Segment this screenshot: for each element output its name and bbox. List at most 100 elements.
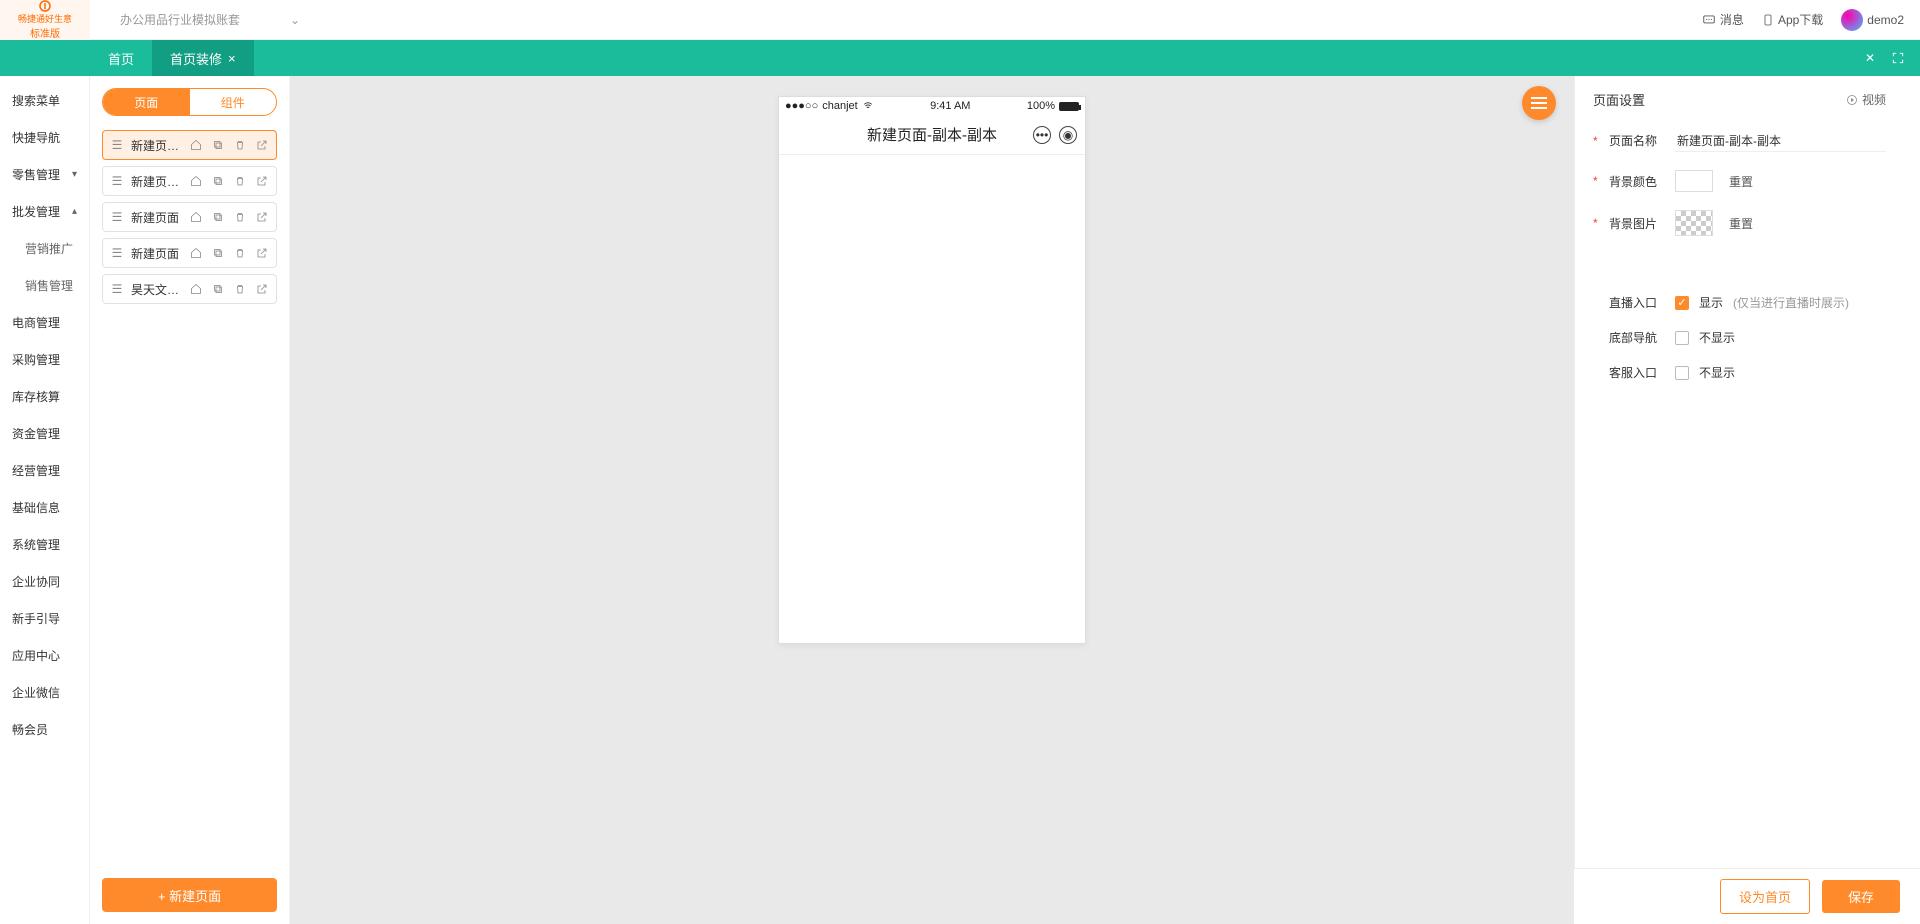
home-icon[interactable] <box>188 137 204 153</box>
canvas-area: ●●●○○ chanjet 9:41 AM 100% 新建页面-副本-副本 ••… <box>290 76 1574 924</box>
sidebar-quick-nav[interactable]: 快捷导航 <box>0 119 89 156</box>
sidebar-retail[interactable]: 零售管理▾ <box>0 156 89 193</box>
messages-button[interactable]: 消息 <box>1702 11 1744 28</box>
user-menu[interactable]: demo2 <box>1841 9 1904 31</box>
copy-icon[interactable] <box>210 281 226 297</box>
sidebar-purchase[interactable]: 采购管理 <box>0 341 89 378</box>
video-tutorial-link[interactable]: 视频 <box>1846 91 1886 108</box>
sidebar-wholesale[interactable]: 批发管理▴ <box>0 193 89 230</box>
footer-bar: 设为首页 保存 <box>1574 868 1920 924</box>
close-icon[interactable]: × <box>228 51 236 66</box>
hamburger-icon <box>1531 102 1547 104</box>
copy-icon[interactable] <box>210 209 226 225</box>
new-page-button[interactable]: + 新建页面 <box>102 878 277 912</box>
content: 页面 组件 ☰ 新建页面-副本... ☰ 新建页面-副本 <box>90 76 1920 924</box>
copy-icon[interactable] <box>210 173 226 189</box>
messages-label: 消息 <box>1720 11 1744 28</box>
live-entry-checkbox[interactable]: ✓ <box>1675 296 1689 310</box>
sidebar-inventory[interactable]: 库存核算 <box>0 378 89 415</box>
sidebar-wechat-work[interactable]: 企业微信 <box>0 674 89 711</box>
page-row[interactable]: ☰ 昊天文具店 <box>102 274 277 304</box>
page-row[interactable]: ☰ 新建页面 <box>102 238 277 268</box>
home-icon[interactable] <box>188 209 204 225</box>
bg-color-swatch[interactable] <box>1675 170 1713 192</box>
fullscreen-icon[interactable] <box>1886 46 1910 70</box>
sidebar-ecommerce[interactable]: 电商管理 <box>0 304 89 341</box>
sidebar-guide[interactable]: 新手引导 <box>0 600 89 637</box>
more-icon[interactable]: ••• <box>1033 126 1051 144</box>
segment-page[interactable]: 页面 <box>103 89 190 115</box>
home-icon[interactable] <box>188 281 204 297</box>
drag-handle-icon[interactable]: ☰ <box>109 209 125 225</box>
share-icon[interactable] <box>254 173 270 189</box>
page-row[interactable]: ☰ 新建页面-副本... <box>102 130 277 160</box>
sidebar-sales[interactable]: 销售管理 <box>0 267 89 304</box>
chevron-down-icon: ⌄ <box>290 13 300 27</box>
account-set-label: 办公用品行业模拟账套 <box>120 11 240 28</box>
required-marker: * <box>1593 134 1599 148</box>
home-icon[interactable] <box>188 245 204 261</box>
set-home-button[interactable]: 设为首页 <box>1720 879 1810 914</box>
sidebar-member[interactable]: 畅会员 <box>0 711 89 748</box>
delete-icon[interactable] <box>232 137 248 153</box>
tabbar-close-button[interactable]: ✕ <box>1858 46 1882 70</box>
delete-icon[interactable] <box>232 173 248 189</box>
logo: 畅捷通好生意 标准版 <box>0 0 90 40</box>
phone-page-header: 新建页面-副本-副本 ••• ◉ <box>779 115 1085 155</box>
sidebar-marketing[interactable]: 营销推广 <box>0 230 89 267</box>
delete-icon[interactable] <box>232 245 248 261</box>
sidebar-collab[interactable]: 企业协同 <box>0 563 89 600</box>
target-icon[interactable]: ◉ <box>1059 126 1077 144</box>
tab-home[interactable]: 首页 <box>90 40 152 76</box>
tab-page-decoration[interactable]: 首页装修 × <box>152 40 254 76</box>
share-icon[interactable] <box>254 281 270 297</box>
page-name-input[interactable] <box>1675 129 1886 152</box>
chevron-down-icon: ▾ <box>72 169 77 180</box>
field-live-entry: 直播入口 ✓ 显示 (仅当进行直播时展示) <box>1593 294 1886 311</box>
share-icon[interactable] <box>254 209 270 225</box>
service-entry-checkbox[interactable] <box>1675 366 1689 380</box>
share-icon[interactable] <box>254 137 270 153</box>
service-entry-label: 客服入口 <box>1609 364 1665 381</box>
bottom-nav-checkbox[interactable] <box>1675 331 1689 345</box>
field-page-name: * 页面名称 <box>1593 129 1886 152</box>
copy-icon[interactable] <box>210 245 226 261</box>
sidebar-system[interactable]: 系统管理 <box>0 526 89 563</box>
brand-name: 畅捷通好生意 <box>18 12 72 25</box>
bottom-nav-checkbox-label: 不显示 <box>1699 329 1735 346</box>
share-icon[interactable] <box>254 245 270 261</box>
page-name: 昊天文具店 <box>131 281 182 298</box>
page-row[interactable]: ☰ 新建页面-副本 <box>102 166 277 196</box>
drag-handle-icon[interactable]: ☰ <box>109 137 125 153</box>
fab-menu-button[interactable] <box>1522 86 1556 120</box>
delete-icon[interactable] <box>232 209 248 225</box>
live-entry-label: 直播入口 <box>1609 294 1665 311</box>
sidebar-app-center[interactable]: 应用中心 <box>0 637 89 674</box>
home-icon[interactable] <box>188 173 204 189</box>
signal-icon: ●●●○○ <box>785 100 818 112</box>
page-name-label: 页面名称 <box>1609 132 1665 149</box>
sidebar-search[interactable]: 搜索菜单 <box>0 82 89 119</box>
save-button[interactable]: 保存 <box>1822 880 1900 913</box>
sidebar-basic-info[interactable]: 基础信息 <box>0 489 89 526</box>
bg-image-picker[interactable] <box>1675 210 1713 236</box>
bg-color-label: 背景颜色 <box>1609 173 1665 190</box>
page-list: ☰ 新建页面-副本... ☰ 新建页面-副本 ☰ 新 <box>102 130 277 304</box>
app-download-button[interactable]: App下载 <box>1762 11 1823 28</box>
delete-icon[interactable] <box>232 281 248 297</box>
top-right-actions: 消息 App下载 demo2 <box>1702 9 1904 31</box>
sidebar-operation[interactable]: 经营管理 <box>0 452 89 489</box>
drag-handle-icon[interactable]: ☰ <box>109 173 125 189</box>
sidebar: 搜索菜单 快捷导航 零售管理▾ 批发管理▴ 营销推广 销售管理 电商管理 采购管… <box>0 76 90 924</box>
page-row[interactable]: ☰ 新建页面 <box>102 202 277 232</box>
account-set-dropdown[interactable]: 办公用品行业模拟账套 ⌄ <box>110 6 310 34</box>
sidebar-finance[interactable]: 资金管理 <box>0 415 89 452</box>
bg-color-reset[interactable]: 重置 <box>1729 173 1753 190</box>
segment-component[interactable]: 组件 <box>190 89 277 115</box>
copy-icon[interactable] <box>210 137 226 153</box>
phone-preview: ●●●○○ chanjet 9:41 AM 100% 新建页面-副本-副本 ••… <box>778 96 1086 644</box>
top-header: 畅捷通好生意 标准版 办公用品行业模拟账套 ⌄ 消息 App下载 demo2 <box>0 0 1920 40</box>
bg-image-reset[interactable]: 重置 <box>1729 215 1753 232</box>
drag-handle-icon[interactable]: ☰ <box>109 245 125 261</box>
drag-handle-icon[interactable]: ☰ <box>109 281 125 297</box>
